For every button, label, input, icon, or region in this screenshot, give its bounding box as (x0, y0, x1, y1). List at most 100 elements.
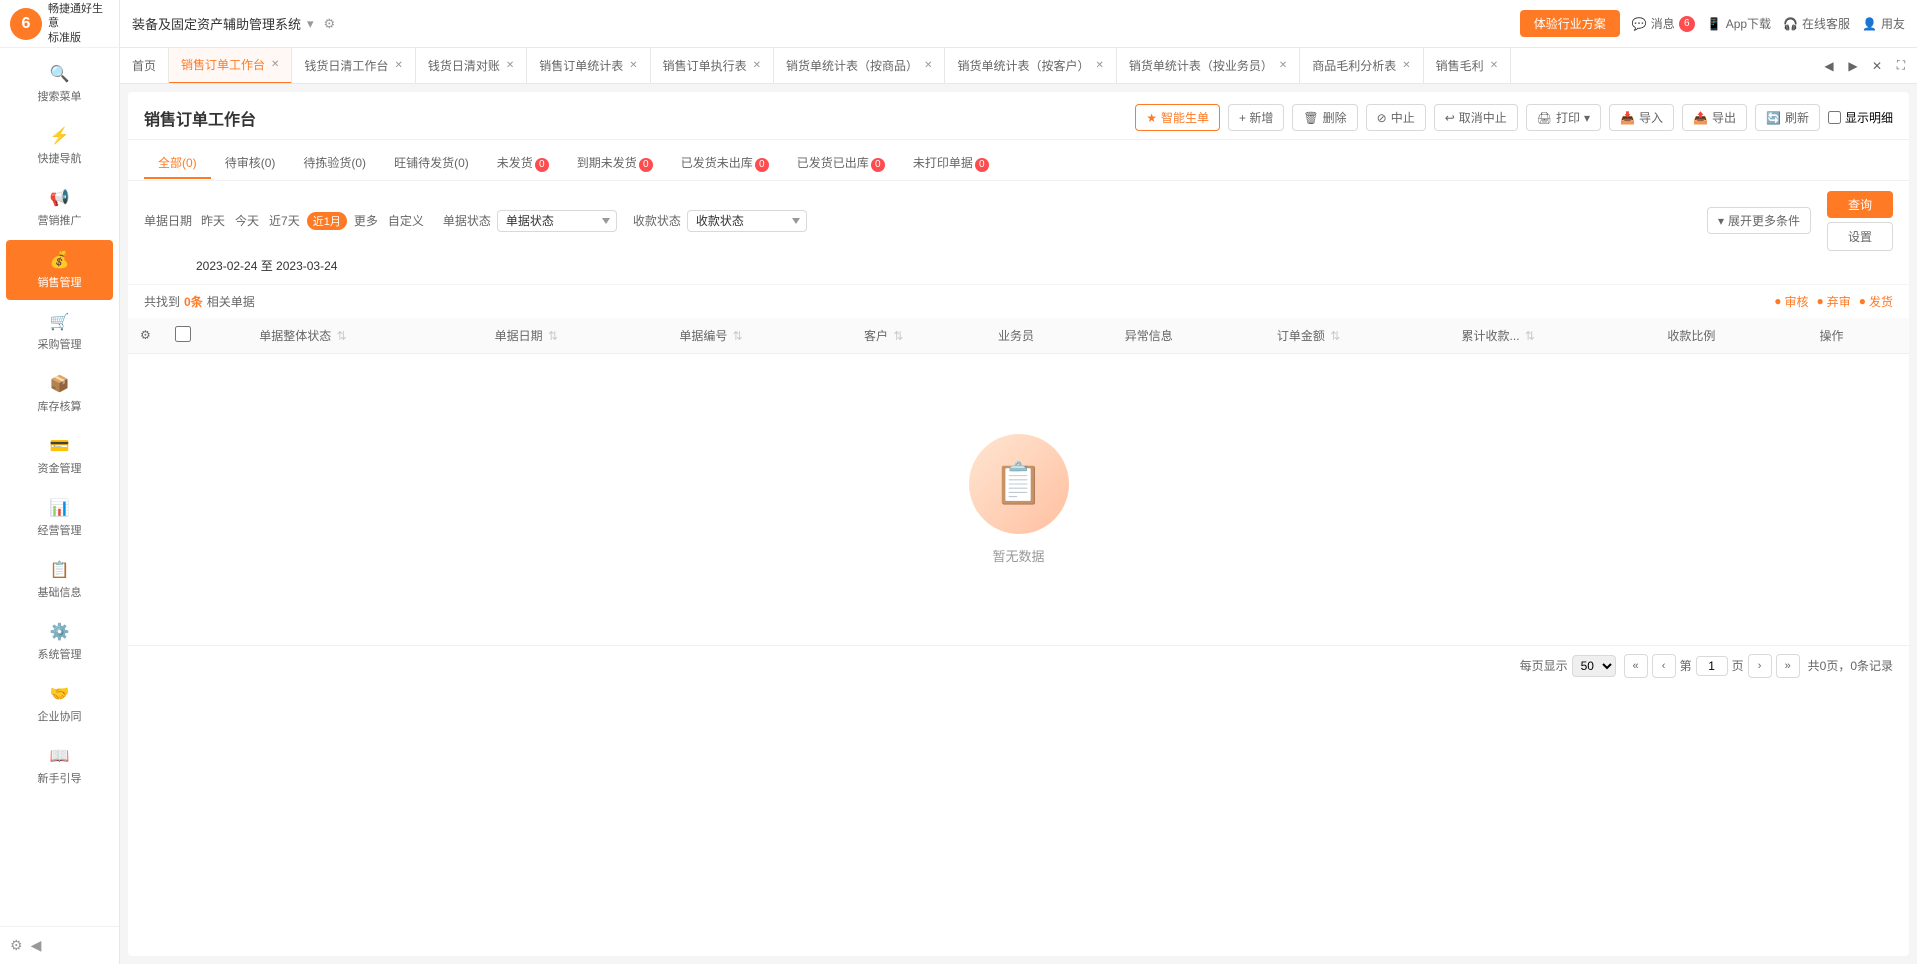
new-button[interactable]: + 新增 (1228, 104, 1284, 131)
subtab-0[interactable]: 全部(0) (144, 148, 211, 179)
table-settings-icon[interactable]: ⚙ (140, 328, 151, 342)
sidebar-item-3[interactable]: 💰销售管理 (6, 240, 113, 300)
payment-select[interactable]: 收款状态 (687, 210, 807, 232)
tab-next-button[interactable]: ▶ (1841, 54, 1865, 78)
tab-3[interactable]: 钱货日清对账✕ (416, 48, 527, 84)
subtab-1[interactable]: 待审核(0) (211, 148, 290, 179)
col-customer[interactable]: 客户 ⇅ (852, 318, 986, 354)
tab-7[interactable]: 销货单统计表（按客户）✕ (945, 48, 1116, 84)
date-option-5[interactable]: 自定义 (385, 212, 427, 229)
page-header: 销售订单工作台 ★ 智能生单 + 新增 🗑 删除 ⊘ 中止 (128, 92, 1909, 140)
query-button[interactable]: 查询 (1827, 191, 1893, 218)
page-input[interactable] (1696, 656, 1728, 676)
tab-close-1[interactable]: ✕ (271, 59, 279, 70)
sidebar-item-6[interactable]: 💳资金管理 (6, 426, 113, 486)
sidebar-item-0[interactable]: 🔍搜索菜单 (6, 54, 113, 114)
smart-create-button[interactable]: ★ 智能生单 (1135, 104, 1220, 131)
sidebar-item-2[interactable]: 📢营销推广 (6, 178, 113, 238)
date-option-1[interactable]: 今天 (232, 212, 262, 229)
next-page-button[interactable]: › (1748, 654, 1772, 678)
print-button[interactable]: 🖨 打印 ▾ (1526, 104, 1601, 131)
tab-close-all-button[interactable]: ✕ (1865, 54, 1889, 78)
industry-solution-button[interactable]: 体验行业方案 (1520, 10, 1620, 37)
subtab-4[interactable]: 未发货0 (483, 148, 563, 180)
subtab-5[interactable]: 到期未发货0 (563, 148, 667, 180)
date-option-4[interactable]: 更多 (351, 212, 381, 229)
tab-10[interactable]: 销售毛利✕ (1424, 48, 1511, 84)
tab-9[interactable]: 商品毛利分析表✕ (1300, 48, 1423, 84)
sidebar-item-1[interactable]: ⚡快捷导航 (6, 116, 113, 176)
tab-8[interactable]: 销货单统计表（按业务员）✕ (1117, 48, 1300, 84)
tab-close-3[interactable]: ✕ (506, 60, 514, 71)
subtab-6[interactable]: 已发货未出库0 (667, 148, 783, 180)
col-amount[interactable]: 订单金额 ⇅ (1265, 318, 1450, 354)
per-page-select[interactable]: 50 (1572, 655, 1616, 677)
refresh-button[interactable]: 🔄 刷新 (1755, 104, 1820, 131)
import-button[interactable]: 📥 导入 (1609, 104, 1674, 131)
date-range: 昨天今天近7天近1月更多自定义 (198, 212, 427, 230)
tab-close-9[interactable]: ✕ (1402, 60, 1410, 71)
sidebar-item-4[interactable]: 🛒采购管理 (6, 302, 113, 362)
date-option-0[interactable]: 昨天 (198, 212, 228, 229)
subtab-8[interactable]: 未打印单据0 (899, 148, 1003, 180)
last-page-button[interactable]: » (1776, 654, 1800, 678)
per-page-selector: 每页显示 50 (1520, 655, 1616, 677)
status-select[interactable]: 单据状态 (497, 210, 617, 232)
user-item[interactable]: 👤 用友 (1862, 15, 1905, 32)
tab-close-2[interactable]: ✕ (394, 60, 402, 71)
tab-close-6[interactable]: ✕ (924, 60, 932, 71)
select-all-checkbox[interactable] (175, 326, 191, 342)
col-order-date[interactable]: 单据日期 ⇅ (483, 318, 668, 354)
sidebar-item-11[interactable]: 📖新手引导 (6, 736, 113, 796)
first-page-button[interactable]: « (1624, 654, 1648, 678)
settings-icon[interactable]: ⚙ (10, 937, 23, 954)
subtab-3[interactable]: 旺铺待发货(0) (380, 148, 483, 179)
show-detail-label[interactable]: 显示明细 (1828, 109, 1893, 126)
tab-1[interactable]: 销售订单工作台✕ (169, 48, 292, 84)
review-op-button[interactable]: ● 审核 (1774, 293, 1808, 310)
tab-5[interactable]: 销售订单执行表✕ (651, 48, 774, 84)
prev-page-button[interactable]: ‹ (1652, 654, 1676, 678)
subtab-7[interactable]: 已发货已出库0 (783, 148, 899, 180)
sidebar-icon-8: 📋 (50, 560, 70, 580)
tab-close-4[interactable]: ✕ (629, 60, 637, 71)
tab-0[interactable]: 首页 (120, 48, 169, 84)
app-download-item[interactable]: 📱 App下载 (1707, 15, 1771, 32)
sidebar-item-9[interactable]: ⚙️系统管理 (6, 612, 113, 672)
settings-gear-icon[interactable]: ⚙ (324, 16, 336, 32)
expand-filter-button[interactable]: ▾ 展开更多条件 (1707, 207, 1811, 234)
tab-close-7[interactable]: ✕ (1095, 60, 1103, 71)
delete-button[interactable]: 🗑 删除 (1292, 104, 1357, 131)
date-option-3[interactable]: 近1月 (307, 212, 347, 230)
subtab-2[interactable]: 待拣验货(0) (289, 148, 380, 179)
col-accumulated[interactable]: 累计收款... ⇅ (1450, 318, 1656, 354)
tab-6[interactable]: 销货单统计表（按商品）✕ (774, 48, 945, 84)
collapse-icon[interactable]: ◀ (31, 937, 42, 954)
tab-4[interactable]: 销售订单统计表✕ (527, 48, 650, 84)
tab-maximize-button[interactable]: ⛶ (1889, 54, 1913, 78)
tab-prev-button[interactable]: ◀ (1817, 54, 1841, 78)
ship-op-button[interactable]: ● 发货 (1859, 293, 1893, 310)
subtab-count-2: (0) (351, 156, 366, 170)
col-order-status[interactable]: 单据整体状态 ⇅ (247, 318, 482, 354)
tab-close-8[interactable]: ✕ (1279, 60, 1287, 71)
date-option-2[interactable]: 近7天 (266, 212, 303, 229)
cancel-review-op-button[interactable]: ● 弃审 (1816, 293, 1850, 310)
tab-close-10[interactable]: ✕ (1490, 60, 1498, 71)
export-button[interactable]: 📤 导出 (1682, 104, 1747, 131)
dropdown-arrow-icon[interactable]: ▾ (307, 16, 314, 32)
pagination: 每页显示 50 « ‹ 第 页 › » 共0页，0条记录 (128, 645, 1909, 686)
cancel-suspend-button[interactable]: ↩ 取消中止 (1434, 104, 1518, 131)
show-detail-checkbox[interactable] (1828, 111, 1841, 124)
suspend-button[interactable]: ⊘ 中止 (1366, 104, 1426, 131)
sidebar-item-8[interactable]: 📋基础信息 (6, 550, 113, 610)
sidebar-item-10[interactable]: 🤝企业协同 (6, 674, 113, 734)
tab-close-5[interactable]: ✕ (753, 60, 761, 71)
online-service-item[interactable]: 🎧 在线客服 (1783, 15, 1850, 32)
sidebar-item-5[interactable]: 📦库存核算 (6, 364, 113, 424)
col-order-no[interactable]: 单据编号 ⇅ (667, 318, 852, 354)
sidebar-item-7[interactable]: 📊经营管理 (6, 488, 113, 548)
message-icon-item[interactable]: 💬 消息 6 (1632, 15, 1695, 32)
tab-2[interactable]: 钱货日清工作台✕ (292, 48, 415, 84)
set-button[interactable]: 设置 (1827, 222, 1893, 251)
